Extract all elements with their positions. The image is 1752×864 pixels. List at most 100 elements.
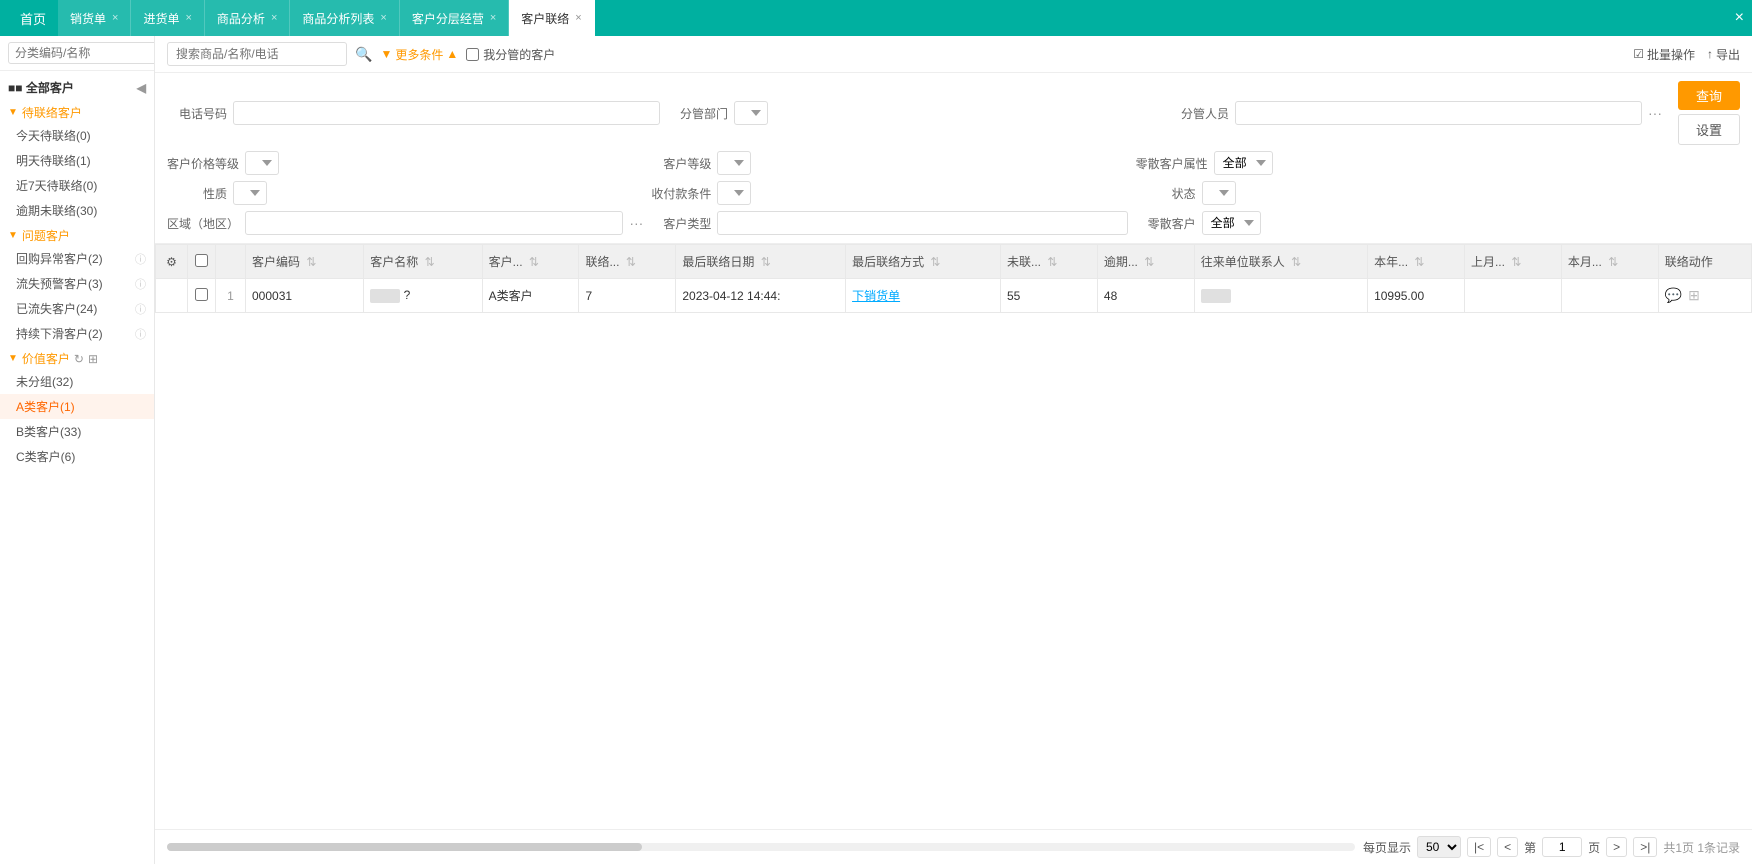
row-overdue: 48 bbox=[1097, 279, 1194, 313]
nav-tab-analysis-list[interactable]: 商品分析列表 × bbox=[290, 0, 399, 36]
close-all-button[interactable]: × bbox=[1735, 9, 1744, 27]
col-contact-person[interactable]: 往来单位联系人 ⇅ bbox=[1194, 245, 1367, 279]
row-last-month bbox=[1464, 279, 1561, 313]
price-level-label: 客户价格等级 bbox=[167, 155, 239, 172]
value-plus-icon[interactable]: ⊞ bbox=[88, 352, 98, 366]
sidebar-all-customers[interactable]: ■■ 全部客户 ◀ bbox=[0, 71, 154, 100]
sidebar-section-problem: ▼ 问题客户 bbox=[0, 223, 154, 246]
last-page-button[interactable]: >| bbox=[1633, 837, 1657, 857]
sort-icon-last-month: ⇅ bbox=[1511, 255, 1521, 269]
nav-tab-purchase[interactable]: 进货单 × bbox=[131, 0, 204, 36]
row-this-month bbox=[1561, 279, 1658, 313]
sidebar-item-class-c[interactable]: C类客户(6) bbox=[0, 444, 154, 469]
chat-action-icon[interactable]: 💬 bbox=[1665, 287, 1682, 304]
page-size-select[interactable]: 50 bbox=[1417, 836, 1461, 858]
row-uncontacted: 55 bbox=[1001, 279, 1098, 313]
nav-tab-sales[interactable]: 销货单 × bbox=[58, 0, 131, 36]
nav-tab-customer-tier[interactable]: 客户分层经营 × bbox=[400, 0, 509, 36]
phone-input[interactable] bbox=[233, 101, 660, 125]
col-gear[interactable]: ⚙ bbox=[156, 245, 188, 279]
sidebar-item-tomorrow[interactable]: 明天待联络(1) bbox=[0, 148, 154, 173]
filter-row-3: 性质 收付款条件 状态 bbox=[167, 181, 1740, 205]
scrollbar-thumb[interactable] bbox=[167, 843, 642, 851]
nature-select[interactable] bbox=[233, 181, 267, 205]
filter-search-button[interactable]: 🔍 bbox=[355, 46, 372, 63]
col-last-method[interactable]: 最后联络方式 ⇅ bbox=[846, 245, 1001, 279]
prev-page-button[interactable]: < bbox=[1497, 837, 1518, 857]
customer-table: ⚙ 客户编码 ⇅ 客户名称 ⇅ 客户... ⇅ 联络... ⇅ 最后联络日期 ⇅… bbox=[155, 244, 1752, 313]
sidebar-collapse-icon[interactable]: ◀ bbox=[137, 81, 146, 95]
query-button[interactable]: 查询 bbox=[1678, 81, 1740, 110]
filter-icon: ▼ bbox=[380, 47, 392, 61]
export-button[interactable]: ↑ 导出 bbox=[1707, 46, 1740, 63]
last-method-link[interactable]: 下销货单 bbox=[852, 289, 900, 303]
filter-search-input[interactable] bbox=[167, 42, 347, 66]
dept-label: 分管部门 bbox=[668, 105, 728, 122]
nav-tab-analysis[interactable]: 商品分析 × bbox=[205, 0, 290, 36]
next-page-button[interactable]: > bbox=[1606, 837, 1627, 857]
first-page-button[interactable]: |< bbox=[1467, 837, 1491, 857]
sidebar-item-class-b[interactable]: B类客户(33) bbox=[0, 419, 154, 444]
price-level-select[interactable] bbox=[245, 151, 279, 175]
col-overdue[interactable]: 逾期... ⇅ bbox=[1097, 245, 1194, 279]
nav-tab-customer-contact[interactable]: 客户联络 × bbox=[509, 0, 594, 36]
row-code[interactable]: 000031 bbox=[246, 279, 364, 313]
retail-attr-select[interactable]: 全部 bbox=[1214, 151, 1273, 175]
value-refresh-icon[interactable]: ↻ bbox=[74, 352, 84, 366]
nav-home[interactable]: 首页 bbox=[8, 9, 58, 28]
close-tab-sales[interactable]: × bbox=[112, 12, 118, 24]
col-customer-code[interactable]: 客户编码 ⇅ bbox=[246, 245, 364, 279]
page-number-input[interactable] bbox=[1542, 837, 1582, 857]
col-year-amount[interactable]: 本年... ⇅ bbox=[1368, 245, 1465, 279]
customer-level-select[interactable] bbox=[717, 151, 751, 175]
row-checkbox[interactable] bbox=[195, 288, 208, 301]
col-last-month[interactable]: 上月... ⇅ bbox=[1464, 245, 1561, 279]
row-check[interactable] bbox=[188, 279, 216, 313]
col-this-month[interactable]: 本月... ⇅ bbox=[1561, 245, 1658, 279]
manager-input[interactable] bbox=[1235, 101, 1642, 125]
row-contact-count: 7 bbox=[579, 279, 676, 313]
sidebar-item-class-a[interactable]: A类客户(1) bbox=[0, 394, 154, 419]
close-tab-analysis-list[interactable]: × bbox=[380, 12, 386, 24]
sidebar-item-repurchase[interactable]: 回购异常客户(2) ⓘ bbox=[0, 246, 154, 271]
col-num bbox=[216, 245, 246, 279]
scrollbar-track[interactable] bbox=[167, 843, 1355, 851]
col-customer-name[interactable]: 客户名称 ⇅ bbox=[364, 245, 482, 279]
sort-icon-date: ⇅ bbox=[761, 255, 771, 269]
region-dots[interactable]: ··· bbox=[629, 215, 643, 231]
region-input[interactable] bbox=[245, 211, 623, 235]
col-contact-count[interactable]: 联络... ⇅ bbox=[579, 245, 676, 279]
sidebar-item-declining[interactable]: 持续下滑客户(2) ⓘ bbox=[0, 321, 154, 346]
sidebar-item-churned[interactable]: 已流失客户(24) ⓘ bbox=[0, 296, 154, 321]
col-uncontacted[interactable]: 未联... ⇅ bbox=[1001, 245, 1098, 279]
row-last-method[interactable]: 下销货单 bbox=[846, 279, 1001, 313]
filter-mine-label[interactable]: 我分管的客户 bbox=[466, 46, 555, 63]
batch-op-button[interactable]: ☑ 批量操作 bbox=[1633, 46, 1695, 63]
filter-more-button[interactable]: ▼ 更多条件 ▲ bbox=[380, 46, 458, 63]
filter-field-price-level: 客户价格等级 bbox=[167, 151, 643, 175]
close-tab-customer-tier[interactable]: × bbox=[490, 12, 496, 24]
close-tab-purchase[interactable]: × bbox=[185, 12, 191, 24]
row-level: A类客户 bbox=[482, 279, 579, 313]
dept-select[interactable] bbox=[734, 101, 768, 125]
sidebar-item-7days[interactable]: 近7天待联络(0) bbox=[0, 173, 154, 198]
col-check[interactable] bbox=[188, 245, 216, 279]
select-all-checkbox[interactable] bbox=[195, 254, 208, 267]
status-select[interactable] bbox=[1202, 181, 1236, 205]
sidebar-item-overdue[interactable]: 逾期未联络(30) bbox=[0, 198, 154, 223]
customer-type-input[interactable] bbox=[717, 211, 1127, 235]
sidebar-item-ungrouped[interactable]: 未分组(32) bbox=[0, 369, 154, 394]
sidebar-item-today[interactable]: 今天待联络(0) bbox=[0, 123, 154, 148]
sidebar-item-churn-warning[interactable]: 流失预警客户(3) ⓘ bbox=[0, 271, 154, 296]
payment-select[interactable] bbox=[717, 181, 751, 205]
col-last-date[interactable]: 最后联络日期 ⇅ bbox=[676, 245, 846, 279]
manager-dots[interactable]: ··· bbox=[1648, 105, 1662, 121]
retail-select[interactable]: 全部 bbox=[1202, 211, 1261, 235]
col-customer-level[interactable]: 客户... ⇅ bbox=[482, 245, 579, 279]
close-tab-customer-contact[interactable]: × bbox=[575, 12, 581, 24]
filter-mine-checkbox[interactable] bbox=[466, 48, 479, 61]
close-tab-analysis[interactable]: × bbox=[271, 12, 277, 24]
sidebar-search-input[interactable] bbox=[8, 42, 155, 64]
grid-action-icon[interactable]: ⊞ bbox=[1688, 287, 1700, 304]
settings-button[interactable]: 设置 bbox=[1678, 114, 1740, 145]
